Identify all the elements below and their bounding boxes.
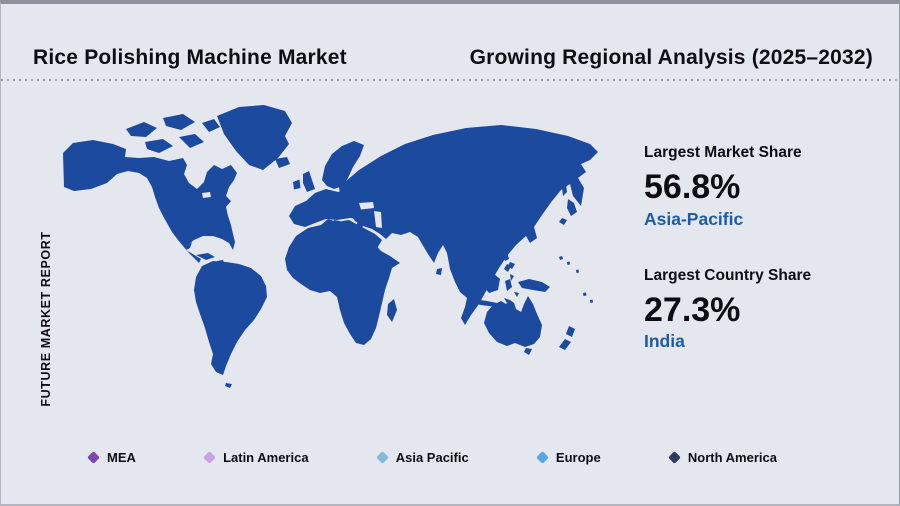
- diamond-marker-icon: [203, 451, 216, 464]
- dotted-divider: [1, 79, 899, 82]
- page-title: Rice Polishing Machine Market: [33, 46, 347, 69]
- diamond-marker-icon: [375, 451, 389, 464]
- legend: MEA Latin America Asia Pacific Europe No…: [87, 450, 777, 465]
- sri-lanka: [436, 268, 442, 275]
- diamond-marker-icon: [536, 451, 549, 464]
- brand-vertical-label: FUTURE MARKET REPORT: [39, 231, 53, 407]
- new-zealand: [559, 326, 575, 350]
- diamond-marker-icon: [87, 451, 100, 464]
- header: Rice Polishing Machine Market Growing Re…: [1, 4, 899, 70]
- stats-panel: Largest Market Share 56.8% Asia-Pacific …: [644, 144, 884, 389]
- legend-label: Asia Pacific: [395, 450, 469, 465]
- legend-item-mea: MEA: [87, 450, 136, 465]
- stat-country-share: Largest Country Share 27.3% India: [644, 267, 884, 353]
- legend-item-latin-america: Latin America: [203, 450, 309, 465]
- legend-label: Latin America: [223, 450, 309, 465]
- world-map-container: [61, 94, 609, 422]
- legend-item-asia-pacific: Asia Pacific: [375, 450, 469, 465]
- continent-north-america: [63, 140, 237, 263]
- legend-label: MEA: [107, 450, 136, 465]
- stat-region: India: [644, 331, 685, 352]
- legend-label: Europe: [555, 450, 601, 465]
- continent-africa: [285, 219, 400, 345]
- infographic-page: Rice Polishing Machine Market Growing Re…: [0, 0, 900, 506]
- legend-label: North America: [687, 450, 777, 465]
- stat-value: 27.3%: [644, 290, 741, 329]
- stat-market-share: Largest Market Share 56.8% Asia-Pacific: [644, 144, 884, 230]
- legend-item-north-america: North America: [668, 450, 777, 465]
- diamond-marker-icon: [668, 451, 681, 464]
- legend-item-europe: Europe: [536, 450, 601, 465]
- arctic-islands: [126, 114, 220, 153]
- world-map: [63, 105, 598, 388]
- british-isles: [293, 171, 315, 192]
- stat-region: Asia-Pacific: [644, 208, 744, 229]
- stat-label: Largest Country Share: [644, 266, 812, 284]
- stat-label: Largest Market Share: [644, 144, 802, 161]
- pacific-islands: [559, 256, 593, 303]
- stat-value: 56.8%: [644, 168, 741, 206]
- page-subtitle: Growing Regional Analysis (2025–2032): [469, 46, 873, 69]
- iceland: [275, 157, 290, 168]
- madagascar: [387, 299, 397, 322]
- continent-south-america: [194, 261, 267, 388]
